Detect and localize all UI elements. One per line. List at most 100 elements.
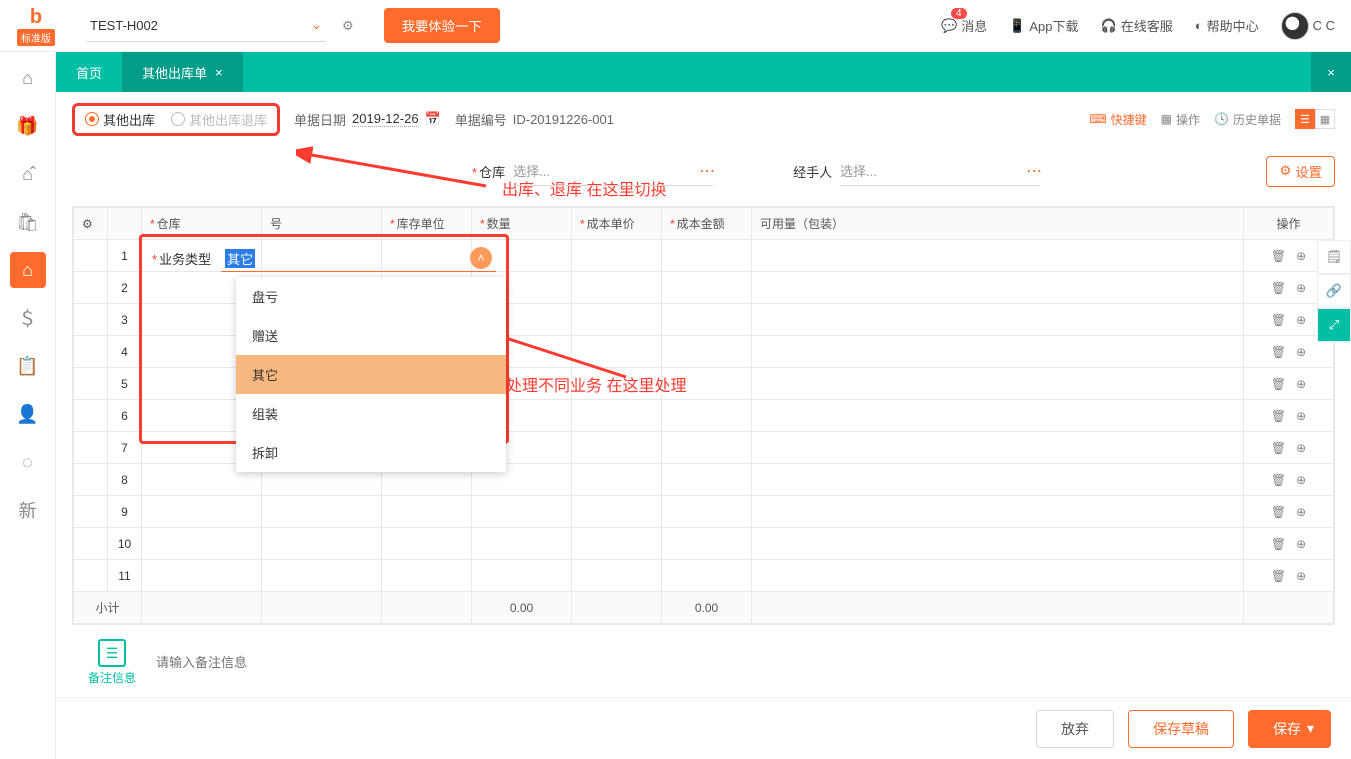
copy-icon[interactable]: ⊕: [1296, 441, 1306, 455]
headset-icon: 🎧: [1101, 18, 1117, 34]
doc-header: 其他出库 其他出库退库 单据日期 2019-12-26 📅 单据编号: [72, 92, 1335, 146]
tabs: 首页 其他出库单 × ×: [56, 52, 1351, 92]
nav-money-icon[interactable]: ＄: [10, 300, 46, 336]
tabs-close-all[interactable]: ×: [1311, 52, 1351, 92]
biz-type-label: 业务类型: [152, 249, 211, 268]
dropdown-option[interactable]: 拆卸: [236, 433, 506, 472]
radio-dot-icon: [85, 112, 99, 126]
handler-input[interactable]: 选择... ⋯: [840, 157, 1040, 186]
copy-icon[interactable]: ⊕: [1296, 377, 1306, 391]
delete-icon[interactable]: 🗑: [1271, 505, 1286, 519]
radio-return[interactable]: 其他出库退库: [171, 110, 267, 129]
table-row[interactable]: 11🗑⊕: [74, 560, 1334, 592]
nav-home-icon[interactable]: ⌂: [10, 60, 46, 96]
settings-button[interactable]: ⚙设置: [1266, 156, 1335, 187]
col-price: 成本单价: [572, 208, 662, 240]
copy-icon[interactable]: ⊕: [1296, 505, 1306, 519]
calendar-icon[interactable]: 📅: [425, 111, 441, 127]
dropdown-option[interactable]: 其它: [236, 355, 506, 394]
dock-expand-icon[interactable]: ⤢: [1317, 308, 1351, 342]
warehouse-label: 仓库: [472, 162, 505, 181]
dropdown-option[interactable]: 组装: [236, 394, 506, 433]
delete-icon[interactable]: 🗑: [1271, 249, 1286, 263]
table-row[interactable]: 9🗑⊕: [74, 496, 1334, 528]
view-grid-icon[interactable]: ▦: [1315, 109, 1335, 129]
operate-button[interactable]: ▦操作: [1161, 111, 1200, 128]
delete-icon[interactable]: 🗑: [1271, 377, 1286, 391]
copy-icon[interactable]: ⊕: [1296, 409, 1306, 423]
tab-active-label: 其他出库单: [142, 63, 207, 82]
col-index: [108, 208, 142, 240]
dock-note-icon[interactable]: 🗒: [1317, 240, 1351, 274]
shortcut-button[interactable]: ⌨ 快捷键: [1089, 111, 1146, 128]
remarks-label-block: ☰ 备注信息: [88, 639, 136, 686]
save-button[interactable]: 保存▾: [1248, 710, 1331, 748]
dock-link-icon[interactable]: 🔗: [1317, 274, 1351, 308]
delete-icon[interactable]: 🗑: [1271, 569, 1286, 583]
delete-icon[interactable]: 🗑: [1271, 537, 1286, 551]
gear-icon[interactable]: ⚙: [342, 18, 354, 34]
tab-home[interactable]: 首页: [56, 52, 122, 92]
nav-sync-icon[interactable]: ◌: [10, 444, 46, 480]
tab-home-label: 首页: [76, 63, 102, 82]
copy-icon[interactable]: ⊕: [1296, 281, 1306, 295]
nav-new-icon[interactable]: 新: [10, 492, 46, 528]
remarks-input[interactable]: [156, 655, 1319, 670]
copy-icon[interactable]: ⊕: [1296, 345, 1306, 359]
history-button[interactable]: 🕓历史单据: [1214, 111, 1281, 128]
table-row[interactable]: 10🗑⊕: [74, 528, 1334, 560]
row-index: 6: [108, 400, 142, 432]
nav-user-icon[interactable]: 👤: [10, 396, 46, 432]
radio-outbound-label: 其他出库: [103, 110, 155, 129]
delete-icon[interactable]: 🗑: [1271, 313, 1286, 327]
col-gear[interactable]: ⚙: [74, 208, 108, 240]
nav-gift-icon[interactable]: 🎁: [10, 108, 46, 144]
gear-icon: ⚙: [1279, 163, 1291, 179]
doc-type-radio-group: 其他出库 其他出库退库: [72, 103, 280, 136]
delete-icon[interactable]: 🗑: [1271, 281, 1286, 295]
message-icon: 💬: [941, 18, 957, 34]
org-selector[interactable]: TEST-H002 ⌄: [86, 10, 326, 42]
help-link[interactable]: ◐ 帮助中心: [1195, 16, 1259, 35]
user-menu[interactable]: C C: [1281, 12, 1335, 40]
nav-house-icon[interactable]: ⌂̂: [10, 156, 46, 192]
col-amount: 成本金额: [662, 208, 752, 240]
close-icon[interactable]: ×: [215, 65, 223, 80]
dropdown-option[interactable]: 盘亏: [236, 277, 506, 316]
delete-icon[interactable]: 🗑: [1271, 473, 1286, 487]
discard-button[interactable]: 放弃: [1036, 710, 1114, 748]
org-name: TEST-H002: [90, 18, 158, 33]
messages-link[interactable]: 💬 消息 4: [941, 16, 987, 35]
shortcut-label: 快捷键: [1111, 111, 1147, 128]
biz-type-input[interactable]: 其它 ˄: [221, 245, 496, 272]
tab-active[interactable]: 其他出库单 ×: [122, 52, 243, 92]
copy-icon[interactable]: ⊕: [1296, 249, 1306, 263]
row-index: 8: [108, 464, 142, 496]
view-list-icon[interactable]: ☰: [1295, 109, 1315, 129]
copy-icon[interactable]: ⊕: [1296, 313, 1306, 327]
delete-icon[interactable]: 🗑: [1271, 441, 1286, 455]
delete-icon[interactable]: 🗑: [1271, 409, 1286, 423]
date-value[interactable]: 2019-12-26: [352, 111, 419, 127]
try-button[interactable]: 我要体验一下: [384, 8, 500, 43]
save-label: 保存: [1273, 719, 1301, 739]
nav-warehouse-icon[interactable]: ⌂: [10, 252, 46, 288]
doc-number: 单据编号 ID-20191226-001: [455, 110, 614, 129]
dropdown-option[interactable]: 赠送: [236, 316, 506, 355]
remarks-section: ☰ 备注信息: [88, 639, 1319, 686]
service-link[interactable]: 🎧 在线客服: [1101, 16, 1173, 35]
save-draft-button[interactable]: 保存草稿: [1128, 710, 1234, 748]
copy-icon[interactable]: ⊕: [1296, 569, 1306, 583]
radio-outbound[interactable]: 其他出库: [85, 110, 155, 129]
keyboard-icon: ⌨: [1089, 112, 1106, 126]
nav-clipboard-icon[interactable]: 📋: [10, 348, 46, 384]
delete-icon[interactable]: 🗑: [1271, 345, 1286, 359]
more-icon: ⋯: [699, 161, 713, 181]
warehouse-input[interactable]: 选择... ⋯: [513, 157, 713, 186]
logo-icon: b: [30, 6, 42, 29]
nav-bag-icon[interactable]: 🛍: [10, 204, 46, 240]
copy-icon[interactable]: ⊕: [1296, 537, 1306, 551]
help-label: 帮助中心: [1207, 16, 1259, 35]
app-download-link[interactable]: 📱 App下载: [1009, 16, 1078, 35]
copy-icon[interactable]: ⊕: [1296, 473, 1306, 487]
